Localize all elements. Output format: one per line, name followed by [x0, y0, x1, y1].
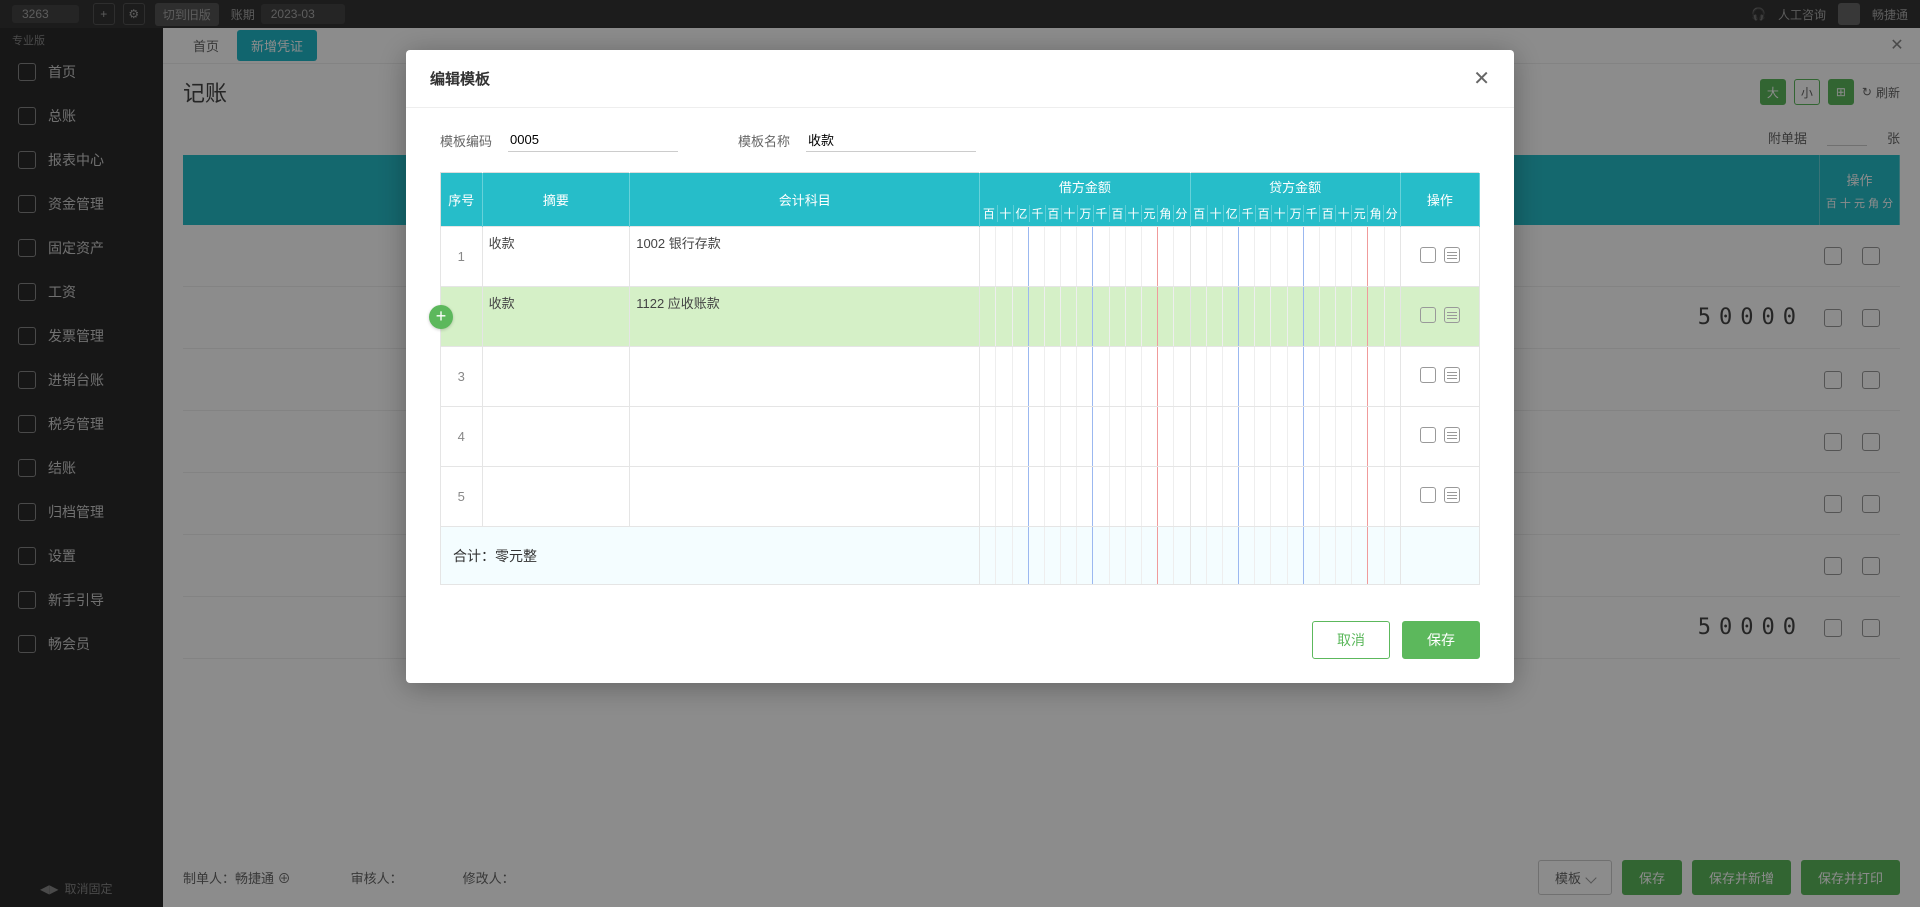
template-code-label: 模板编码	[440, 131, 492, 150]
template-name-input[interactable]	[806, 128, 976, 152]
th-ops: 操作	[1400, 173, 1479, 227]
template-name-label: 模板名称	[738, 131, 790, 150]
add-row-button[interactable]: +	[429, 305, 453, 329]
th-account: 会计科目	[630, 173, 980, 227]
th-debit-digits: 百十亿千百十万千百十元角分	[980, 201, 1190, 227]
copy-row-icon[interactable]	[1420, 247, 1436, 263]
summary-cell[interactable]	[482, 407, 630, 467]
row-ops	[1400, 227, 1479, 287]
account-cell[interactable]: 1002 银行存款	[630, 227, 980, 287]
account-cell[interactable]	[630, 467, 980, 527]
row-index: 4	[441, 407, 483, 467]
template-table: 序号 摘要 会计科目 借方金额 贷方金额 操作 百十亿千百十万千百十元角分 百十…	[440, 172, 1480, 585]
row-index: +	[441, 287, 483, 347]
template-row: 1收款1002 银行存款	[441, 227, 1480, 287]
edit-template-modal: 编辑模板 ✕ 模板编码 模板名称 序号 摘要 会计科目	[406, 50, 1514, 683]
total-label: 合计：零元整	[441, 527, 980, 585]
cancel-button[interactable]: 取消	[1312, 621, 1390, 659]
delete-row-icon[interactable]	[1444, 247, 1460, 263]
template-row: +收款1122 应收账款	[441, 287, 1480, 347]
copy-row-icon[interactable]	[1420, 367, 1436, 383]
total-credit	[1190, 527, 1400, 585]
account-cell[interactable]: 1122 应收账款	[630, 287, 980, 347]
summary-cell[interactable]: 收款	[482, 227, 630, 287]
credit-cell[interactable]	[1190, 287, 1400, 347]
copy-row-icon[interactable]	[1420, 427, 1436, 443]
row-ops	[1400, 287, 1479, 347]
th-credit-digits: 百十亿千百十万千百十元角分	[1190, 201, 1400, 227]
template-row: 3	[441, 347, 1480, 407]
total-ops	[1400, 527, 1479, 585]
summary-cell[interactable]	[482, 347, 630, 407]
credit-cell[interactable]	[1190, 467, 1400, 527]
row-ops	[1400, 347, 1479, 407]
delete-row-icon[interactable]	[1444, 487, 1460, 503]
th-credit: 贷方金额	[1190, 173, 1400, 201]
modal-title: 编辑模板	[430, 68, 490, 89]
row-index: 5	[441, 467, 483, 527]
summary-cell[interactable]	[482, 467, 630, 527]
template-code-input[interactable]	[508, 128, 678, 152]
delete-row-icon[interactable]	[1444, 427, 1460, 443]
modal-overlay: 编辑模板 ✕ 模板编码 模板名称 序号 摘要 会计科目	[0, 0, 1920, 907]
debit-cell[interactable]	[980, 227, 1190, 287]
th-debit: 借方金额	[980, 173, 1190, 201]
row-ops	[1400, 407, 1479, 467]
template-row: 4	[441, 407, 1480, 467]
delete-row-icon[interactable]	[1444, 367, 1460, 383]
debit-cell[interactable]	[980, 467, 1190, 527]
debit-cell[interactable]	[980, 347, 1190, 407]
delete-row-icon[interactable]	[1444, 307, 1460, 323]
row-index: 3	[441, 347, 483, 407]
th-summary: 摘要	[482, 173, 630, 227]
total-debit	[980, 527, 1190, 585]
copy-row-icon[interactable]	[1420, 487, 1436, 503]
summary-cell[interactable]: 收款	[482, 287, 630, 347]
debit-cell[interactable]	[980, 407, 1190, 467]
credit-cell[interactable]	[1190, 227, 1400, 287]
modal-close-icon[interactable]: ✕	[1473, 66, 1490, 91]
row-index: 1	[441, 227, 483, 287]
row-ops	[1400, 467, 1479, 527]
account-cell[interactable]	[630, 347, 980, 407]
account-cell[interactable]	[630, 407, 980, 467]
modal-save-button[interactable]: 保存	[1402, 621, 1480, 659]
debit-cell[interactable]	[980, 287, 1190, 347]
copy-row-icon[interactable]	[1420, 307, 1436, 323]
th-index: 序号	[441, 173, 483, 227]
template-row: 5	[441, 467, 1480, 527]
credit-cell[interactable]	[1190, 407, 1400, 467]
credit-cell[interactable]	[1190, 347, 1400, 407]
